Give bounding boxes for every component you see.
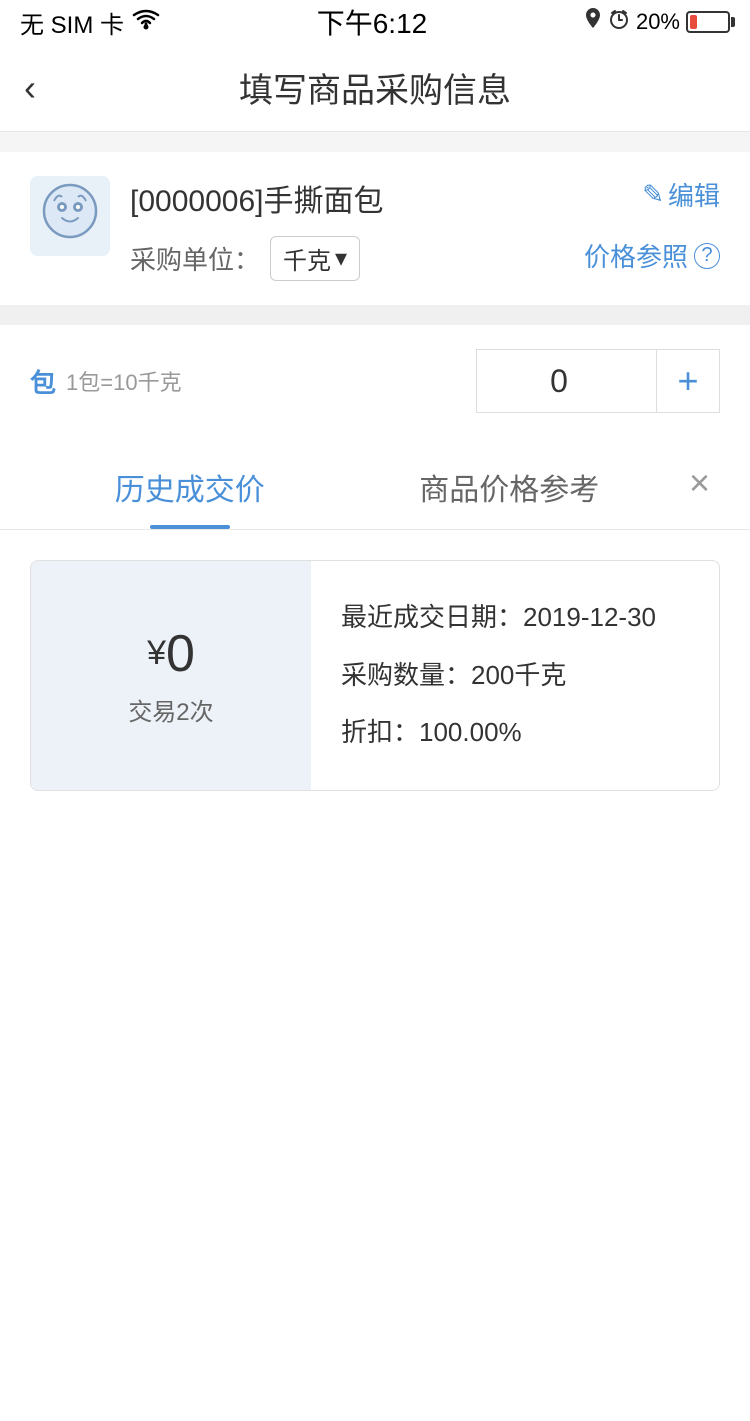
status-left: 无 SIM 卡 — [20, 5, 160, 40]
quantity-row: 包 1包=10千克 + — [0, 325, 750, 437]
page-title: 填写商品采购信息 — [239, 63, 511, 112]
wifi-icon — [132, 8, 160, 37]
product-thumbnail — [30, 176, 110, 256]
product-card: [0000006]手撕面包 采购单位： 千克 ▾ ✎ 编辑 价格参照 ? — [0, 152, 750, 305]
qty-label: 采购数量： — [341, 660, 471, 690]
history-right: 最近成交日期：2019-12-30 采购数量：200千克 折扣：100.00% — [311, 561, 719, 790]
carrier-text: 无 SIM 卡 — [20, 5, 124, 40]
status-time: 下午6:12 — [317, 2, 428, 42]
bottom-area — [0, 821, 750, 1421]
edit-button[interactable]: ✎ 编辑 — [642, 176, 720, 213]
history-left: ¥0 交易2次 — [31, 561, 311, 790]
battery-icon — [686, 11, 730, 33]
discount-label: 折扣： — [341, 717, 419, 747]
unit-label: 采购单位： — [130, 240, 260, 277]
detail-qty: 采购数量：200千克 — [341, 655, 689, 697]
back-button[interactable]: ‹ — [24, 67, 36, 109]
unit-select[interactable]: 千克 ▾ — [270, 236, 360, 281]
qty-value: 200千克 — [471, 660, 566, 690]
tab-product-price-ref[interactable]: 商品价格参考 — [349, 437, 668, 529]
product-image-icon — [42, 183, 98, 249]
package-icon: 包 — [30, 363, 56, 400]
alarm-icon — [608, 8, 630, 36]
detail-date: 最近成交日期：2019-12-30 — [341, 597, 689, 639]
location-icon — [584, 8, 602, 36]
tabs-header: 历史成交价 商品价格参考 × — [0, 437, 750, 530]
status-right: 20% — [584, 8, 730, 36]
quantity-input[interactable] — [476, 349, 656, 413]
product-info: [0000006]手撕面包 采购单位： 千克 ▾ — [130, 176, 383, 281]
edit-icon: ✎ — [642, 179, 664, 210]
price-ref-button[interactable]: 价格参照 ? — [584, 237, 720, 274]
tab-history-price[interactable]: 历史成交价 — [30, 437, 349, 529]
trades-count: 交易2次 — [128, 692, 213, 727]
unit-hint: 1包=10千克 — [66, 365, 182, 397]
date-value: 2019-12-30 — [523, 602, 656, 632]
nav-bar: ‹ 填写商品采购信息 — [0, 44, 750, 132]
quantity-label: 包 1包=10千克 — [30, 363, 182, 400]
tab-content: ¥0 交易2次 最近成交日期：2019-12-30 采购数量：200千克 折扣：… — [0, 530, 750, 821]
status-bar: 无 SIM 卡 下午6:12 20 — [0, 0, 750, 44]
right-col: ✎ 编辑 价格参照 ? — [584, 176, 720, 274]
price-value: 0 — [166, 625, 195, 683]
detail-discount: 折扣：100.00% — [341, 712, 689, 754]
battery-percent: 20% — [636, 9, 680, 35]
history-price: ¥0 — [147, 624, 195, 684]
section-divider — [0, 305, 750, 325]
product-unit-row: 采购单位： 千克 ▾ — [130, 236, 383, 281]
dropdown-arrow-icon: ▾ — [335, 244, 347, 273]
date-label: 最近成交日期： — [341, 602, 523, 632]
help-icon: ? — [694, 243, 720, 269]
discount-value: 100.00% — [419, 717, 522, 747]
close-tab-button[interactable]: × — [679, 452, 720, 514]
tabs-panel: 历史成交价 商品价格参考 × ¥0 交易2次 最近成交日期：2019-12-30… — [0, 437, 750, 821]
quantity-controls: + — [476, 349, 720, 413]
plus-button[interactable]: + — [656, 349, 720, 413]
history-card: ¥0 交易2次 最近成交日期：2019-12-30 采购数量：200千克 折扣：… — [30, 560, 720, 791]
product-name: [0000006]手撕面包 — [130, 176, 383, 220]
currency-symbol: ¥ — [147, 634, 166, 673]
